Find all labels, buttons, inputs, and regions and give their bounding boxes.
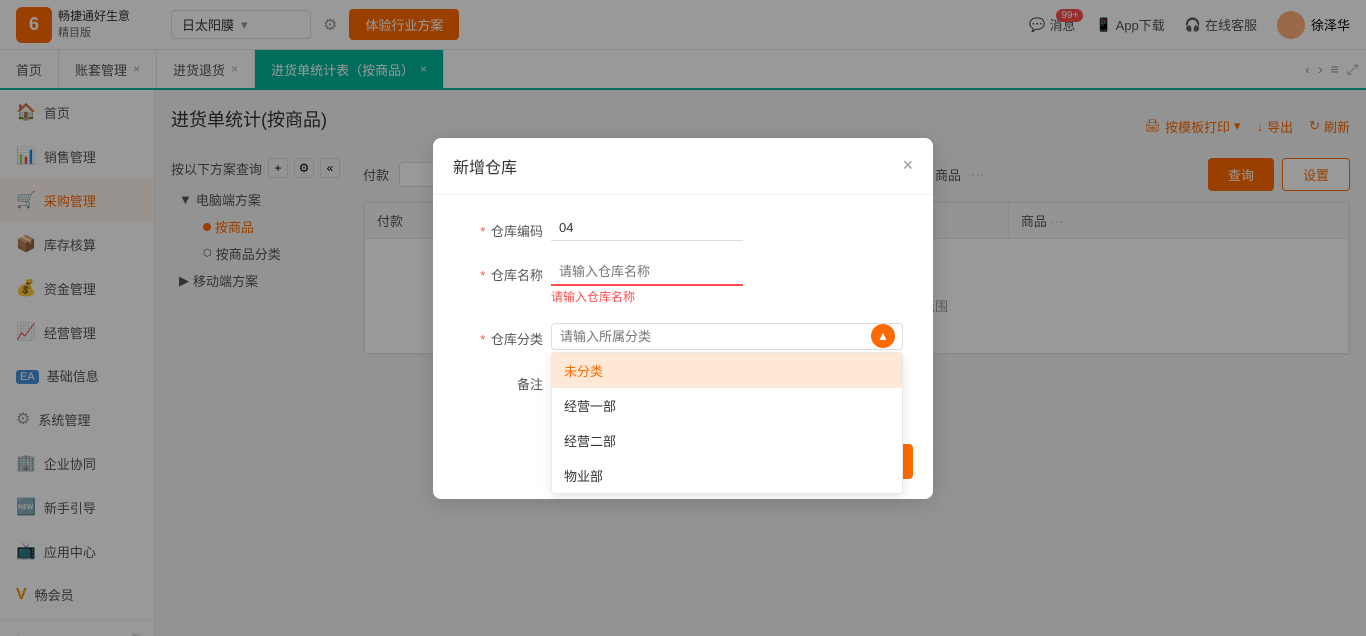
dropdown-item-dept1[interactable]: 经营一部 bbox=[552, 388, 902, 423]
form-row-name: * 仓库名称 请输入仓库名称 bbox=[463, 259, 903, 305]
category-input-wrap: ▲ 未分类 经营一部 经营二部 物业部 bbox=[551, 323, 903, 350]
dropdown-item-uncategorized[interactable]: 未分类 bbox=[552, 353, 902, 388]
name-input[interactable] bbox=[551, 259, 743, 286]
category-input[interactable] bbox=[551, 323, 903, 350]
note-label: 备注 bbox=[463, 368, 543, 393]
dropdown-item-dept2[interactable]: 经营二部 bbox=[552, 423, 902, 458]
dialog-title: 新增仓库 bbox=[453, 154, 517, 178]
form-row-category: * 仓库分类 ▲ 未分类 经营一部 经营二部 物业部 bbox=[463, 323, 903, 350]
category-dropdown: 未分类 经营一部 经营二部 物业部 bbox=[551, 352, 903, 494]
form-row-code: * 仓库编码 bbox=[463, 215, 903, 241]
dialog-body: * 仓库编码 * 仓库名称 请输入仓库名称 bbox=[433, 195, 933, 432]
category-arrow-icon[interactable]: ▲ bbox=[871, 324, 895, 348]
category-label: * 仓库分类 bbox=[463, 323, 543, 348]
name-label: * 仓库名称 bbox=[463, 259, 543, 284]
dialog-header: 新增仓库 × bbox=[433, 138, 933, 195]
code-input[interactable] bbox=[551, 215, 743, 241]
dropdown-item-property[interactable]: 物业部 bbox=[552, 458, 902, 493]
name-error-message: 请输入仓库名称 bbox=[551, 288, 903, 305]
dialog-overlay[interactable]: 新增仓库 × * 仓库编码 * 仓库名称 bbox=[0, 0, 1366, 636]
dialog-close-button[interactable]: × bbox=[902, 155, 913, 176]
new-warehouse-dialog: 新增仓库 × * 仓库编码 * 仓库名称 bbox=[433, 138, 933, 499]
code-label: * 仓库编码 bbox=[463, 215, 543, 240]
